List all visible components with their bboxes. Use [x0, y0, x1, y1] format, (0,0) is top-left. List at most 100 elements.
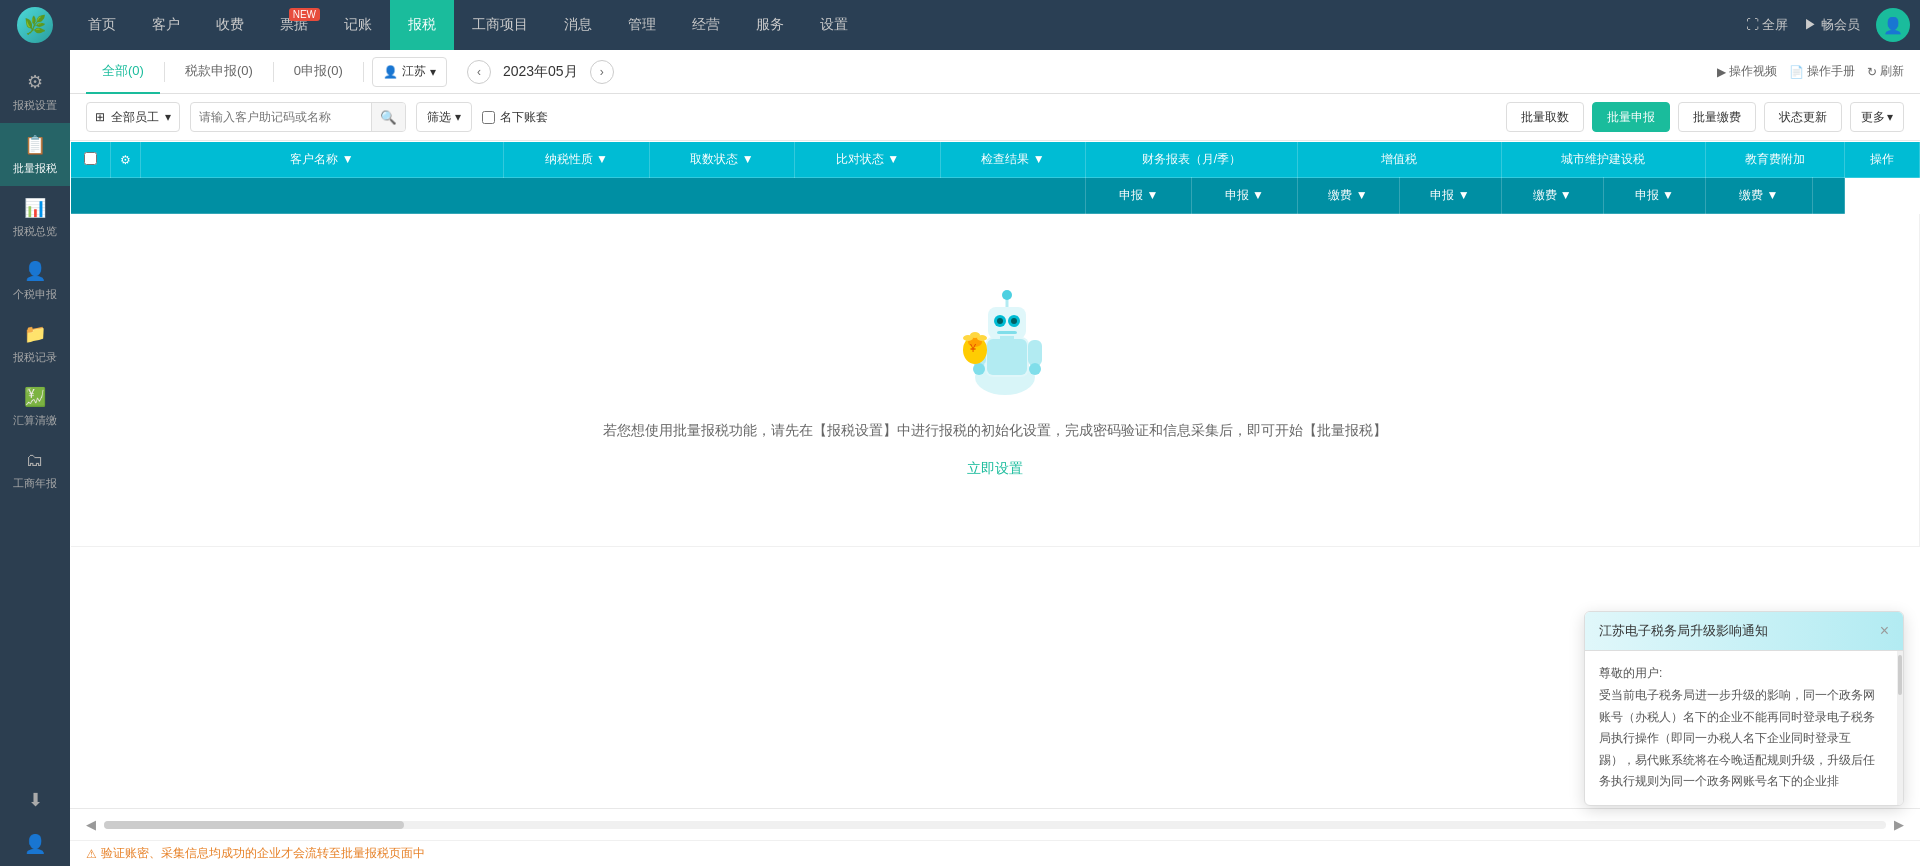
- filter-button[interactable]: 筛选 ▾: [416, 102, 472, 132]
- svg-point-21: [977, 335, 987, 341]
- search-button[interactable]: 🔍: [371, 102, 405, 132]
- batch-fetch-btn[interactable]: 批量取数: [1506, 102, 1584, 132]
- th-spacer: [71, 178, 1086, 214]
- batch-declare-btn[interactable]: 批量申报: [1592, 102, 1670, 132]
- date-navigation: ‹ 2023年05月 ›: [467, 60, 614, 84]
- nav-customer[interactable]: 客户: [134, 0, 198, 50]
- notif-scrollbar-thumb: [1898, 655, 1902, 695]
- nav-collection[interactable]: 收费: [198, 0, 262, 50]
- prev-month-btn[interactable]: ‹: [467, 60, 491, 84]
- th-vat-declare-sub: 申报 ▼: [1191, 178, 1297, 214]
- sidebar-item-personal-tax[interactable]: 👤 个税申报: [0, 249, 70, 312]
- nav-settings[interactable]: 设置: [802, 0, 866, 50]
- nav-home[interactable]: 首页: [70, 0, 134, 50]
- refresh-icon: ↻: [1867, 65, 1877, 79]
- next-month-btn[interactable]: ›: [590, 60, 614, 84]
- sidebar-item-clearing[interactable]: 💹 汇算清缴: [0, 375, 70, 438]
- fullscreen-btn[interactable]: ⛶ 全屏: [1746, 16, 1789, 34]
- employee-selector[interactable]: ⊞ 全部员工 ▾: [86, 102, 180, 132]
- sidebar-item-tax-records[interactable]: 📁 报税记录: [0, 312, 70, 375]
- user-avatar[interactable]: 👤: [1876, 8, 1910, 42]
- notif-scrollbar[interactable]: [1897, 651, 1903, 805]
- search-box: 🔍: [190, 102, 406, 132]
- more-btn[interactable]: 更多 ▾: [1850, 102, 1904, 132]
- refresh-btn[interactable]: ↻ 刷新: [1867, 63, 1904, 80]
- th-financial-declare: 申报 ▼: [1086, 178, 1192, 214]
- th-settings: ⚙: [111, 142, 141, 178]
- batch-pay-btn[interactable]: 批量缴费: [1678, 102, 1756, 132]
- sidebar-bottom: ⬇ 👤: [0, 778, 70, 866]
- video-icon: ▶: [1717, 65, 1726, 79]
- accounts-checkbox[interactable]: [482, 111, 495, 124]
- scroll-left-btn[interactable]: ◀: [86, 817, 96, 832]
- vip-btn[interactable]: ▶ 畅会员: [1804, 16, 1860, 34]
- logo-icon: 🌿: [17, 7, 53, 43]
- tab-zero-declaration[interactable]: 0申报(0): [278, 50, 359, 94]
- book-icon: 📄: [1789, 65, 1804, 79]
- th-city-declare-sub: 申报 ▼: [1399, 178, 1501, 214]
- th-edu-pay-sub: 缴费 ▼: [1705, 178, 1812, 214]
- th-op-spacer: [1812, 178, 1844, 214]
- th-compare-status: 比对状态 ▼: [795, 142, 941, 178]
- tax-settings-icon: ⚙: [23, 70, 47, 94]
- nav-message[interactable]: 消息: [546, 0, 610, 50]
- nav-service[interactable]: 服务: [738, 0, 802, 50]
- sidebar-item-tax-settings[interactable]: ⚙ 报税设置: [0, 60, 70, 123]
- svg-rect-2: [987, 339, 1027, 375]
- checkbox-label[interactable]: 名下账套: [482, 109, 548, 126]
- nav-invoice[interactable]: 票据 NEW: [262, 0, 326, 50]
- notif-close-btn[interactable]: ×: [1880, 622, 1889, 640]
- app-logo[interactable]: 🌿: [10, 5, 60, 45]
- th-tax-nature: 纳税性质 ▼: [504, 142, 650, 178]
- tab-all[interactable]: 全部(0): [86, 50, 160, 94]
- sidebar: ⚙ 报税设置 📋 批量报税 📊 报税总览 👤 个税申报 📁 报税记录 💹 汇算清…: [0, 50, 70, 866]
- chevron-down-icon: ▾: [165, 110, 171, 124]
- nav-operation[interactable]: 经营: [674, 0, 738, 50]
- person-icon: 👤: [383, 65, 398, 79]
- search-input[interactable]: [191, 110, 371, 124]
- th-financial-report: 财务报表（月/季）: [1086, 142, 1297, 178]
- gear-icon[interactable]: ⚙: [120, 153, 131, 167]
- empty-message: 若您想使用批量报税功能，请先在【报税设置】中进行报税的初始化设置，完成密码验证和…: [603, 422, 1387, 440]
- tab-divider-1: [164, 62, 165, 82]
- sidebar-item-batch-tax[interactable]: 📋 批量报税: [0, 123, 70, 186]
- nav-tax[interactable]: 报税: [390, 0, 454, 50]
- th-check-result: 检查结果 ▼: [940, 142, 1086, 178]
- user-icon: 👤: [23, 832, 47, 856]
- warning-icon: ⚠: [86, 847, 97, 861]
- select-all-checkbox[interactable]: [84, 152, 97, 165]
- scroll-right-btn[interactable]: ▶: [1894, 817, 1904, 832]
- sidebar-item-download[interactable]: ⬇: [0, 778, 70, 822]
- nav-bizproject[interactable]: 工商项目: [454, 0, 546, 50]
- svg-point-15: [1002, 290, 1012, 300]
- nav-bookkeeping[interactable]: 记账: [326, 0, 390, 50]
- horizontal-scrollbar[interactable]: [104, 821, 1886, 829]
- region-selector[interactable]: 👤 江苏 ▾: [372, 57, 447, 87]
- th-city-pay-sub: 缴费 ▼: [1501, 178, 1603, 214]
- tab-divider-3: [363, 62, 364, 82]
- setup-link[interactable]: 立即设置: [967, 460, 1023, 478]
- th-customer-name: 客户名称 ▼: [141, 142, 504, 178]
- tab-tax-declaration[interactable]: 税款申报(0): [169, 50, 269, 94]
- sidebar-item-annual-report[interactable]: 🗂 工商年报: [0, 438, 70, 501]
- sidebar-item-user[interactable]: 👤: [0, 822, 70, 866]
- nav-items: 首页 客户 收费 票据 NEW 记账 报税 工商项目 消息 管理 经营 服务 设…: [70, 0, 1746, 50]
- th-vat-pay-sub: 缴费 ▼: [1297, 178, 1399, 214]
- svg-rect-7: [988, 307, 1026, 339]
- operation-manual-btn[interactable]: 📄 操作手册: [1789, 63, 1855, 80]
- annual-report-icon: 🗂: [23, 448, 47, 472]
- tab-bar-right: ▶ 操作视频 📄 操作手册 ↻ 刷新: [1717, 63, 1904, 80]
- chevron-down-icon: ▾: [455, 110, 461, 124]
- svg-point-11: [997, 318, 1003, 324]
- robot-illustration: ¥: [930, 282, 1060, 402]
- status-update-btn[interactable]: 状态更新: [1764, 102, 1842, 132]
- tab-bar: 全部(0) 税款申报(0) 0申报(0) 👤 江苏 ▾ ‹ 2023年05月 ›…: [70, 50, 1920, 94]
- nav-management[interactable]: 管理: [610, 0, 674, 50]
- operation-video-btn[interactable]: ▶ 操作视频: [1717, 63, 1777, 80]
- th-operation: 操作: [1845, 142, 1920, 178]
- warning-text: ⚠ 验证账密、采集信息均成功的企业才会流转至批量报税页面中: [86, 845, 1904, 862]
- bottom-bar: ◀ ▶: [70, 808, 1920, 840]
- chevron-down-icon: ▾: [1887, 110, 1893, 124]
- tax-records-icon: 📁: [23, 322, 47, 346]
- sidebar-item-tax-overview[interactable]: 📊 报税总览: [0, 186, 70, 249]
